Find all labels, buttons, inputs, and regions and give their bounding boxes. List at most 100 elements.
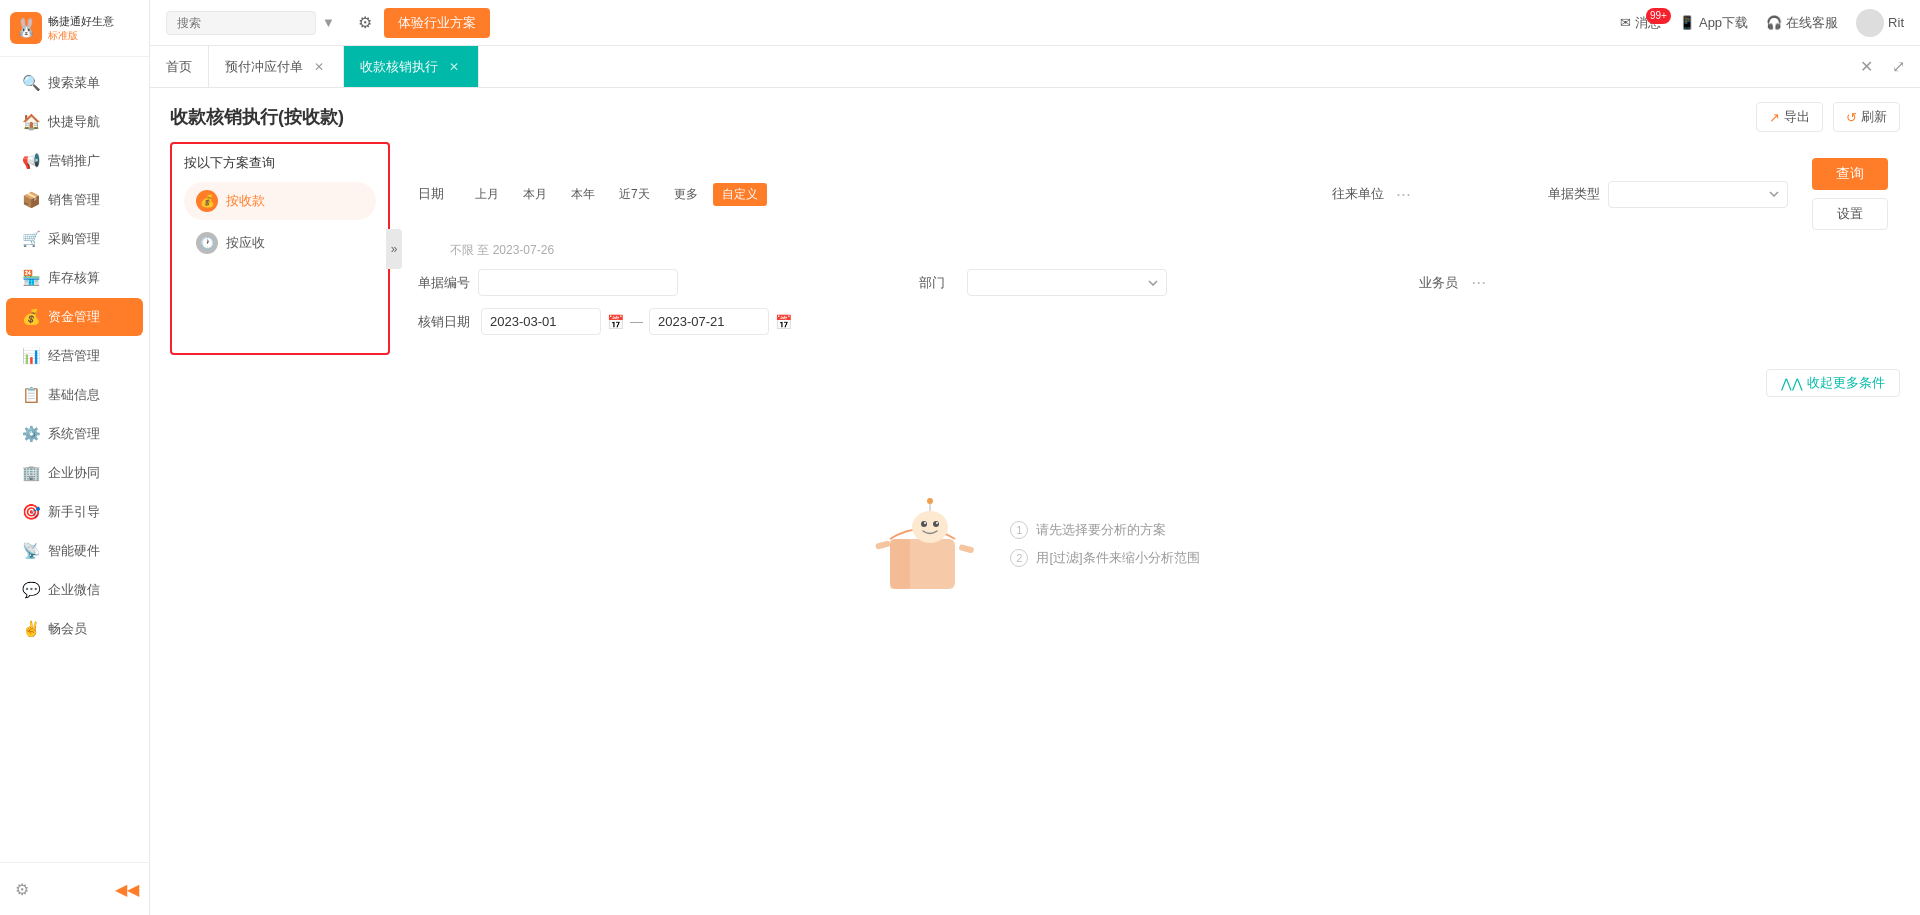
finance-icon: 💰	[22, 308, 40, 326]
sidebar-item-enterprise[interactable]: 🏢 企业协同	[6, 454, 143, 492]
tab-prepay-close-icon[interactable]: ✕	[311, 59, 327, 75]
date-suffix-hint: 不限 至 2023-07-26	[450, 242, 1904, 259]
sidebar-label-management: 经营管理	[48, 347, 100, 365]
solution-button[interactable]: 体验行业方案	[384, 8, 490, 38]
settings-button[interactable]: 设置	[1812, 198, 1888, 230]
header-search-dropdown-icon[interactable]: ▼	[322, 15, 335, 30]
header-search-input[interactable]	[166, 11, 316, 35]
verify-date-range: 📅 — 📅	[481, 308, 792, 335]
export-icon: ↗	[1769, 110, 1780, 125]
sidebar-label-member: 畅会员	[48, 620, 87, 638]
tab-prepay-label: 预付冲应付单	[225, 58, 303, 76]
sidebar-item-hardware[interactable]: 📡 智能硬件	[6, 532, 143, 570]
filter-sidebar-collapse-icon[interactable]: »	[386, 229, 402, 269]
date-tag-7days[interactable]: 近7天	[610, 183, 659, 206]
verify-date-field: 核销日期 📅 — 📅	[418, 308, 1904, 335]
sidebar-item-member[interactable]: ✌️ 畅会员	[6, 610, 143, 648]
tab-collection-close-icon[interactable]: ✕	[446, 59, 462, 75]
order-no-input[interactable]	[478, 269, 678, 296]
export-button[interactable]: ↗ 导出	[1756, 102, 1823, 132]
tab-close-all-icon[interactable]: ✕	[1854, 55, 1878, 79]
collection-option-label: 按收款	[226, 192, 265, 210]
sidebar-item-finance[interactable]: 💰 资金管理	[6, 298, 143, 336]
sidebar-label-inventory: 库存核算	[48, 269, 100, 287]
marketing-icon: 📢	[22, 152, 40, 170]
online-service-action[interactable]: 🎧 在线客服	[1766, 14, 1838, 32]
tab-bar: 首页 预付冲应付单 ✕ 收款核销执行 ✕ ✕ ⤢	[150, 46, 1920, 88]
sidebar-label-purchase: 采购管理	[48, 230, 100, 248]
user-profile-action[interactable]: Rit	[1856, 9, 1904, 37]
sidebar-item-search[interactable]: 🔍 搜索菜单	[6, 64, 143, 102]
header-settings-icon[interactable]: ⚙	[358, 13, 372, 32]
filter-option-by-receivable[interactable]: 🕐 按应收	[184, 224, 376, 262]
message-icon: ✉	[1620, 15, 1631, 30]
tab-bar-controls: ✕ ⤢	[1844, 46, 1920, 87]
svg-point-2	[912, 511, 948, 543]
filter-option-by-collection[interactable]: 💰 按收款	[184, 182, 376, 220]
system-icon: ⚙️	[22, 425, 40, 443]
refresh-button[interactable]: ↺ 刷新	[1833, 102, 1900, 132]
empty-state-content: 1 请先选择要分析的方案 2 用[过滤]条件来缩小分析范围	[870, 489, 1199, 599]
sidebar-item-shortcut[interactable]: 🏠 快捷导航	[6, 103, 143, 141]
filter-form: 日期 上月 本月 本年 近7天 更多 自定义 往来单位	[402, 142, 1920, 355]
sidebar-collapse-button[interactable]: ◀◀	[111, 873, 143, 905]
empty-hint-2-text: 用[过滤]条件来缩小分析范围	[1036, 549, 1199, 567]
sidebar-item-inventory[interactable]: 🏪 库存核算	[6, 259, 143, 297]
date-tag-more[interactable]: 更多	[665, 183, 707, 206]
sidebar-label-sales: 销售管理	[48, 191, 100, 209]
order-no-label: 单据编号	[418, 274, 470, 292]
sidebar-item-basic[interactable]: 📋 基础信息	[6, 376, 143, 414]
sidebar-label-system: 系统管理	[48, 425, 100, 443]
date-tag-this-year[interactable]: 本年	[562, 183, 604, 206]
dept-select[interactable]	[967, 269, 1167, 296]
svg-point-5	[924, 522, 926, 524]
verify-date-start-input[interactable]	[481, 308, 601, 335]
page-title: 收款核销执行(按收款)	[170, 105, 344, 129]
order-type-select[interactable]	[1608, 181, 1788, 208]
empty-state: 1 请先选择要分析的方案 2 用[过滤]条件来缩小分析范围	[150, 409, 1920, 679]
receivable-option-icon: 🕐	[196, 232, 218, 254]
collapse-more-label: 收起更多条件	[1807, 374, 1885, 392]
filter-row-2: 单据编号 部门 业务员 ···	[418, 269, 1904, 296]
sidebar-bottom: ⚙ ◀◀	[0, 862, 149, 915]
sidebar-item-system[interactable]: ⚙️ 系统管理	[6, 415, 143, 453]
empty-hint-2: 2 用[过滤]条件来缩小分析范围	[1010, 549, 1199, 567]
enterprise-icon: 🏢	[22, 464, 40, 482]
counterpart-more-icon[interactable]: ···	[1396, 184, 1411, 205]
empty-hint-1-text: 请先选择要分析的方案	[1036, 521, 1166, 539]
counterpart-field: 往来单位 ···	[1332, 184, 1532, 205]
app-download-action[interactable]: 📱 App下载	[1679, 14, 1748, 32]
date-tag-custom[interactable]: 自定义	[713, 183, 767, 206]
dept-label: 部门	[919, 274, 959, 292]
verify-date-start-calendar-icon[interactable]: 📅	[607, 314, 624, 330]
sidebar-item-guide[interactable]: 🎯 新手引导	[6, 493, 143, 531]
svg-rect-9	[875, 540, 891, 550]
message-action[interactable]: ✉ 消息 99+	[1620, 14, 1661, 32]
tab-home[interactable]: 首页	[150, 46, 209, 87]
verify-date-end-input[interactable]	[649, 308, 769, 335]
member-icon: ✌️	[22, 620, 40, 638]
verify-date-end-calendar-icon[interactable]: 📅	[775, 314, 792, 330]
refresh-icon: ↺	[1846, 110, 1857, 125]
sidebar-item-purchase[interactable]: 🛒 采购管理	[6, 220, 143, 258]
tab-prepay[interactable]: 预付冲应付单 ✕	[209, 46, 344, 87]
sidebar-item-management[interactable]: 📊 经营管理	[6, 337, 143, 375]
date-label: 日期	[418, 185, 458, 203]
collapse-more-button[interactable]: ⋀⋀ 收起更多条件	[1766, 369, 1900, 397]
tab-expand-icon[interactable]: ⤢	[1886, 55, 1910, 79]
sidebar-label-marketing: 营销推广	[48, 152, 100, 170]
tab-collection[interactable]: 收款核销执行 ✕	[344, 46, 479, 87]
date-tag-this-month[interactable]: 本月	[514, 183, 556, 206]
salesman-more-icon[interactable]: ···	[1471, 272, 1486, 293]
date-tag-last-month[interactable]: 上月	[466, 183, 508, 206]
sidebar-item-wechat[interactable]: 💬 企业微信	[6, 571, 143, 609]
sidebar-item-sales[interactable]: 📦 销售管理	[6, 181, 143, 219]
sidebar-label-hardware: 智能硬件	[48, 542, 100, 560]
query-button[interactable]: 查询	[1812, 158, 1888, 190]
page-content: 收款核销执行(按收款) ↗ 导出 ↺ 刷新 按以下方案查询	[150, 88, 1920, 915]
filter-row-3: 核销日期 📅 — 📅	[418, 308, 1904, 335]
top-header: ▼ ⚙ 体验行业方案 ✉ 消息 99+ 📱 App下载 🎧 在线客服 Rit	[150, 0, 1920, 46]
settings-bottom-icon[interactable]: ⚙	[6, 873, 38, 905]
hardware-icon: 📡	[22, 542, 40, 560]
sidebar-item-marketing[interactable]: 📢 营销推广	[6, 142, 143, 180]
